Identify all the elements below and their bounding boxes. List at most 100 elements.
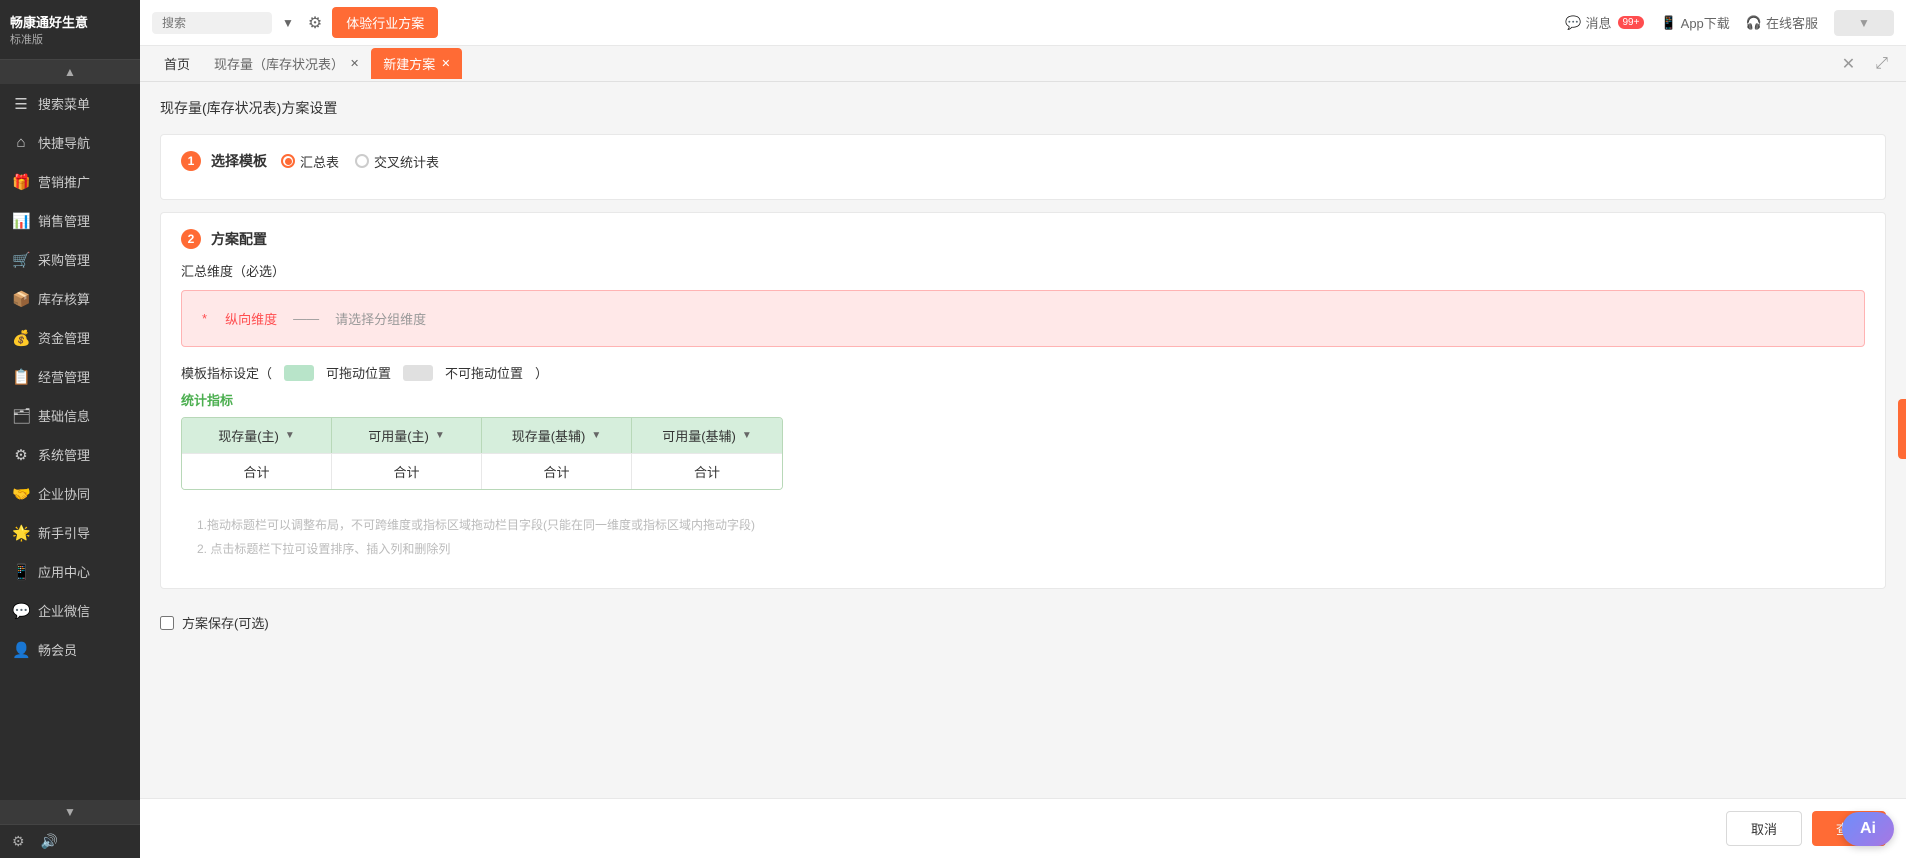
radio-summary-label: 汇总表	[300, 152, 339, 171]
stats-header-available-main[interactable]: 可用量(主) ▼	[332, 418, 482, 453]
app-subtitle: 标准版	[10, 31, 130, 47]
sidebar-item-app-center[interactable]: 📱应用中心	[0, 552, 140, 591]
sidebar-icon-app-center: 📱	[12, 563, 30, 581]
tab-new-plan-label: 新建方案	[383, 54, 435, 73]
section2-header: 2 方案配置	[181, 229, 1865, 249]
message-icon: 💬	[1565, 15, 1581, 31]
cancel-button[interactable]: 取消	[1726, 811, 1802, 846]
chevron-icon-available-aux[interactable]: ▼	[742, 430, 752, 441]
tab-home-label: 首页	[164, 54, 190, 73]
sidebar-item-member[interactable]: 👤畅会员	[0, 630, 140, 669]
header-label-inventory-main: 现存量(主)	[218, 426, 279, 445]
hint-1: 2. 点击标题栏下拉可设置排序、插入列和删除列	[197, 539, 1849, 561]
tab-home[interactable]: 首页	[152, 48, 202, 79]
search-input[interactable]	[152, 12, 272, 34]
topbar-right: 💬 消息 99+ 📱 App下载 🎧 在线客服 ▼	[1565, 10, 1894, 36]
sidebar-icon-enterprise-wechat: 💬	[12, 602, 30, 620]
stats-data-cell-2: 合计	[482, 454, 632, 489]
radio-summary[interactable]: 汇总表	[281, 152, 339, 171]
tab-inventory-status[interactable]: 现存量（库存状况表） ✕	[202, 48, 371, 79]
sidebar-label-inventory: 库存核算	[38, 289, 90, 308]
stats-data-cell-1: 合计	[332, 454, 482, 489]
section-template: 1 选择模板 汇总表 交叉统计表	[160, 134, 1886, 200]
sidebar-item-marketing[interactable]: 🎁营销推广	[0, 162, 140, 201]
trial-button[interactable]: 体验行业方案	[332, 7, 438, 38]
save-option-row: 方案保存(可选)	[160, 601, 1886, 632]
sidebar-scroll: ☰搜索菜单⌂快捷导航🎁营销推广📊销售管理 🛒 采购管理 📦库存核算💰资金管理📋经营管理…	[0, 84, 140, 800]
section1-header: 1 选择模板 汇总表 交叉统计表	[181, 151, 1865, 171]
sidebar-icon-purchase: 🛒	[12, 251, 30, 269]
section2-num: 2	[181, 229, 201, 249]
radio-summary-circle	[281, 154, 295, 168]
sidebar-item-quick-nav[interactable]: ⌂快捷导航	[0, 123, 140, 162]
messages-button[interactable]: 💬 消息 99+	[1565, 13, 1644, 32]
content-area: 现存量(库存状况表)方案设置 1 选择模板 汇总表 交叉统计表	[140, 82, 1906, 798]
sidebar-label-purchase: 采购管理	[38, 250, 90, 269]
chevron-icon-inventory-aux[interactable]: ▼	[591, 430, 601, 441]
customer-service-button[interactable]: 🎧 在线客服	[1746, 13, 1818, 32]
sidebar-item-enterprise[interactable]: 🤝企业协同	[0, 474, 140, 513]
sidebar-item-search[interactable]: ☰搜索菜单	[0, 84, 140, 123]
header-label-available-main: 可用量(主)	[368, 426, 429, 445]
sidebar-item-sales[interactable]: 📊销售管理	[0, 201, 140, 240]
ai-badge[interactable]: Ai	[1842, 812, 1894, 846]
sidebar-scroll-up[interactable]: ▲	[0, 60, 140, 84]
sidebar-icon-enterprise: 🤝	[12, 485, 30, 503]
tab-inventory-close[interactable]: ✕	[350, 57, 359, 70]
app-download-button[interactable]: 📱 App下载	[1660, 13, 1729, 32]
sidebar-item-finance[interactable]: 💰资金管理	[0, 318, 140, 357]
radio-cross[interactable]: 交叉统计表	[355, 152, 439, 171]
sidebar-scroll-down[interactable]: ▼	[0, 800, 140, 824]
close-button[interactable]: ✕	[1836, 52, 1861, 76]
section-config: 2 方案配置 汇总维度（必选） * 纵向维度 —— 请选择分组维度 模板指标设定…	[160, 212, 1886, 589]
settings-icon[interactable]: ⚙	[12, 833, 25, 850]
sidebar-item-inventory[interactable]: 📦库存核算	[0, 279, 140, 318]
sidebar-item-operations[interactable]: 📋经营管理	[0, 357, 140, 396]
summary-dim-label: 汇总维度（必选）	[181, 261, 1865, 280]
customer-service-label: 在线客服	[1766, 13, 1818, 32]
stats-data-cell-0: 合计	[182, 454, 332, 489]
sidebar-icon-search: ☰	[12, 95, 30, 113]
headset-icon: 🎧	[1746, 15, 1762, 31]
expand-button[interactable]: ⤢	[1869, 53, 1894, 75]
sidebar-label-basic-info: 基础信息	[38, 406, 90, 425]
user-avatar[interactable]: ▼	[1834, 10, 1894, 36]
messages-badge: 99+	[1618, 16, 1645, 29]
draggable-indicator-box	[284, 365, 314, 381]
dropdown-icon[interactable]: ▼	[282, 16, 294, 30]
sidebar-icon-system: ⚙	[12, 446, 30, 464]
page-title: 现存量(库存状况表)方案设置	[160, 98, 1886, 118]
stats-section-label: 统计指标	[181, 390, 1865, 409]
sidebar-item-basic-info[interactable]: 🗂基础信息	[0, 396, 140, 435]
tab-new-plan[interactable]: 新建方案 ✕	[371, 48, 462, 79]
tab-new-plan-close[interactable]: ✕	[441, 57, 450, 70]
section1-num: 1	[181, 151, 201, 171]
dim-placeholder[interactable]: 请选择分组维度	[335, 309, 426, 328]
sidebar-logo: 畅康通好生意 标准版	[0, 0, 140, 60]
sidebar-icon-quick-nav: ⌂	[12, 134, 30, 151]
stats-header-row: 现存量(主)▼可用量(主)▼现存量(基辅)▼可用量(基辅)▼	[182, 418, 782, 453]
app-title: 畅康通好生意	[10, 12, 130, 31]
stats-header-available-aux[interactable]: 可用量(基辅)▼	[632, 418, 782, 453]
right-handle[interactable]	[1898, 399, 1906, 459]
save-checkbox[interactable]	[160, 616, 174, 630]
sidebar-item-enterprise-wechat[interactable]: 💬企业微信	[0, 591, 140, 630]
draggable-label: 可拖动位置	[326, 363, 391, 382]
vertical-dim-label: 纵向维度	[225, 309, 277, 328]
sidebar-label-finance: 资金管理	[38, 328, 90, 347]
save-label: 方案保存(可选)	[182, 613, 269, 632]
sidebar-item-system[interactable]: ⚙系统管理	[0, 435, 140, 474]
sidebar: 畅康通好生意 标准版 ▲ ☰搜索菜单⌂快捷导航🎁营销推广📊销售管理 🛒 采购管理 📦库…	[0, 0, 140, 858]
modal-controls: ✕ ⤢	[1836, 52, 1894, 76]
stats-header-inventory-aux[interactable]: 现存量(基辅)▼	[482, 418, 632, 453]
stats-data-cell-3: 合计	[632, 454, 782, 489]
sidebar-item-new-guide[interactable]: 🌟新手引导	[0, 513, 140, 552]
stats-header-inventory-main[interactable]: 现存量(主) ▼	[182, 418, 332, 453]
chevron-icon-available-main[interactable]: ▼	[435, 430, 445, 441]
sidebar-bottom: ⚙ 🔊	[0, 824, 140, 858]
chevron-icon-inventory-main[interactable]: ▼	[285, 430, 295, 441]
audio-icon[interactable]: 🔊	[41, 833, 58, 850]
topbar-settings-icon[interactable]: ⚙	[308, 13, 322, 33]
sidebar-item-purchase[interactable]: 🛒 采购管理	[0, 240, 140, 279]
radio-cross-circle	[355, 154, 369, 168]
